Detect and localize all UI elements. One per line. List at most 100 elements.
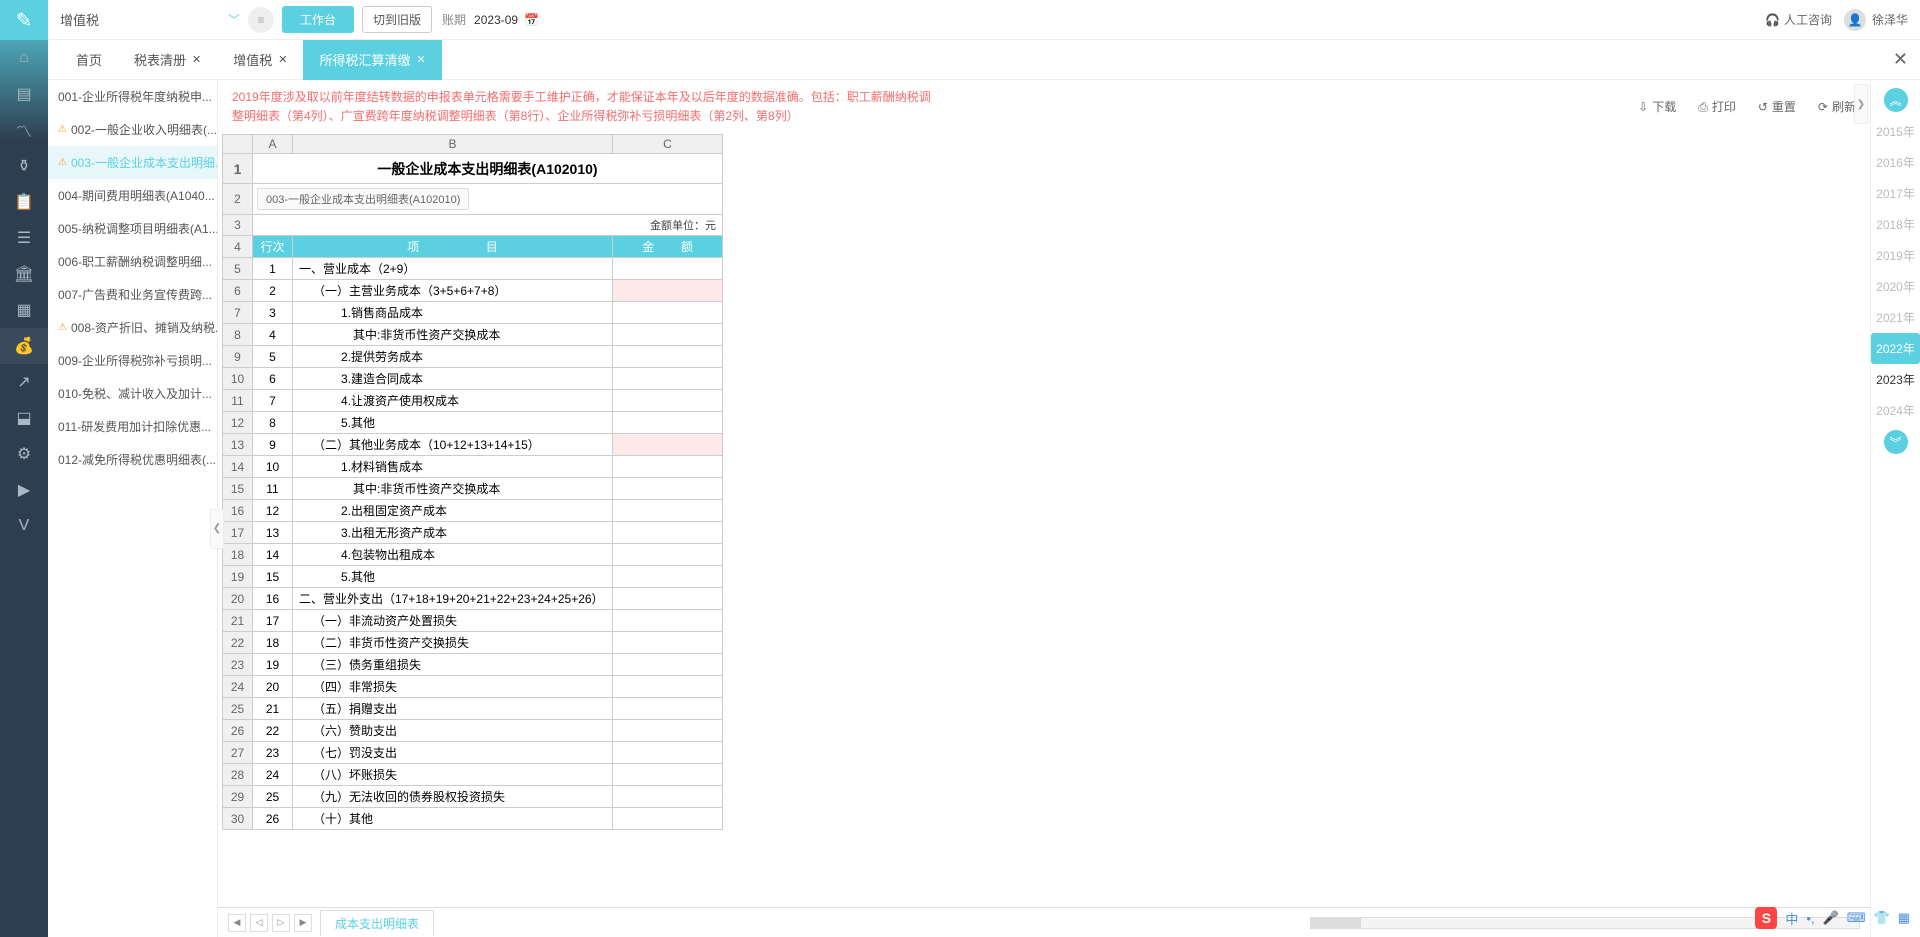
seq-cell[interactable]: 16	[253, 588, 293, 610]
switch-old-button[interactable]: 切到旧版	[362, 6, 432, 33]
item-cell[interactable]: 2.提供劳务成本	[293, 346, 613, 368]
nav-export-icon[interactable]: ↗	[0, 364, 48, 400]
seq-cell[interactable]: 15	[253, 566, 293, 588]
seq-cell[interactable]: 11	[253, 478, 293, 500]
sheet-nav-first-icon[interactable]: ◀	[228, 914, 246, 932]
spreadsheet[interactable]: A B C 1 一般企业成本支出明细表(A102010) 2 003-一般企业成…	[218, 134, 1870, 907]
year-item[interactable]: 2024年	[1876, 395, 1915, 426]
seq-cell[interactable]: 3	[253, 302, 293, 324]
nav-settings-icon[interactable]: ⚙	[0, 436, 48, 472]
amount-cell[interactable]	[613, 654, 723, 676]
amount-cell[interactable]	[613, 742, 723, 764]
nav-clipboard-icon[interactable]: 📋	[0, 184, 48, 220]
ime-tools-icon[interactable]: ▦	[1898, 910, 1910, 926]
amount-cell[interactable]	[613, 258, 723, 280]
year-item[interactable]: 2019年	[1876, 240, 1915, 271]
item-cell[interactable]: （一）非流动资产处置损失	[293, 610, 613, 632]
amount-cell[interactable]	[613, 456, 723, 478]
item-cell[interactable]: 5.其他	[293, 566, 613, 588]
item-cell[interactable]: 2.出租固定资产成本	[293, 500, 613, 522]
tab[interactable]: 税表清册✕	[118, 40, 217, 80]
amount-cell[interactable]	[613, 522, 723, 544]
amount-cell[interactable]	[613, 764, 723, 786]
item-cell[interactable]: 其中:非货币性资产交换成本	[293, 324, 613, 346]
year-item[interactable]: 2017年	[1876, 178, 1915, 209]
seq-cell[interactable]: 6	[253, 368, 293, 390]
year-item[interactable]: 2020年	[1876, 271, 1915, 302]
seq-cell[interactable]: 1	[253, 258, 293, 280]
amount-cell[interactable]	[613, 302, 723, 324]
ime-skin-icon[interactable]: 👕	[1874, 910, 1890, 926]
ime-voice-icon[interactable]: 🎤	[1823, 910, 1839, 926]
seq-cell[interactable]: 20	[253, 676, 293, 698]
item-cell[interactable]: （二）非货币性资产交换损失	[293, 632, 613, 654]
amount-cell[interactable]	[613, 698, 723, 720]
seq-cell[interactable]: 5	[253, 346, 293, 368]
seq-cell[interactable]: 26	[253, 808, 293, 830]
seq-cell[interactable]: 24	[253, 764, 293, 786]
sheet-nav-next-icon[interactable]: ▷	[272, 914, 290, 932]
year-item[interactable]: 2023年	[1876, 364, 1915, 395]
menu-circle-button[interactable]: ≡	[248, 7, 274, 33]
download-button[interactable]: ⇩下载	[1638, 88, 1676, 126]
item-cell[interactable]: （七）罚没支出	[293, 742, 613, 764]
year-item[interactable]: 2016年	[1876, 147, 1915, 178]
tab[interactable]: 所得税汇算清缴✕	[303, 40, 441, 80]
seq-cell[interactable]: 7	[253, 390, 293, 412]
form-list-item[interactable]: 006-职工薪酬纳税调整明细...	[48, 245, 217, 278]
item-cell[interactable]: （八）坏账损失	[293, 764, 613, 786]
ime-punct-icon[interactable]: •,	[1806, 911, 1814, 926]
sheet-nav-last-icon[interactable]: ▶	[294, 914, 312, 932]
seq-cell[interactable]: 10	[253, 456, 293, 478]
workspace-button[interactable]: 工作台	[282, 6, 354, 33]
year-item[interactable]: 2022年	[1871, 333, 1920, 364]
amount-cell[interactable]	[613, 434, 723, 456]
form-list-item[interactable]: 009-企业所得税弥补亏损明...	[48, 344, 217, 377]
ime-logo-icon[interactable]: S	[1755, 907, 1777, 929]
close-icon[interactable]: ✕	[278, 53, 287, 66]
seq-cell[interactable]: 17	[253, 610, 293, 632]
item-cell[interactable]: （一）主营业务成本（3+5+6+7+8）	[293, 280, 613, 302]
amount-cell[interactable]	[613, 280, 723, 302]
amount-cell[interactable]	[613, 808, 723, 830]
amount-cell[interactable]	[613, 588, 723, 610]
sheet-nav-prev-icon[interactable]: ◁	[250, 914, 268, 932]
amount-cell[interactable]	[613, 368, 723, 390]
seq-cell[interactable]: 25	[253, 786, 293, 808]
item-cell[interactable]: （五）捐赠支出	[293, 698, 613, 720]
reset-button[interactable]: ↺重置	[1758, 88, 1796, 126]
tab[interactable]: 首页	[60, 40, 118, 80]
nav-calendar-icon[interactable]: ▦	[0, 292, 48, 328]
seq-cell[interactable]: 18	[253, 632, 293, 654]
item-cell[interactable]: 3.建造合同成本	[293, 368, 613, 390]
form-list-item[interactable]: ⚠003-一般企业成本支出明细...	[48, 146, 217, 179]
seq-cell[interactable]: 13	[253, 522, 293, 544]
print-button[interactable]: ⎙打印	[1698, 88, 1736, 126]
amount-cell[interactable]	[613, 478, 723, 500]
seq-cell[interactable]: 22	[253, 720, 293, 742]
nav-money-icon[interactable]: 💰	[0, 328, 48, 364]
item-cell[interactable]: （六）赞助支出	[293, 720, 613, 742]
amount-cell[interactable]	[613, 566, 723, 588]
amount-cell[interactable]	[613, 412, 723, 434]
amount-cell[interactable]	[613, 676, 723, 698]
form-list-item[interactable]: 012-减免所得税优惠明细表(...	[48, 443, 217, 476]
seq-cell[interactable]: 19	[253, 654, 293, 676]
nav-chart-icon[interactable]: 〽	[0, 112, 48, 148]
ime-keyboard-icon[interactable]: ⌨	[1847, 910, 1866, 926]
form-list-item[interactable]: ⚠002-一般企业收入明细表(...	[48, 113, 217, 146]
expand-handle[interactable]: ❯	[1854, 84, 1868, 124]
user-menu[interactable]: 👤 徐泽华	[1844, 9, 1908, 31]
year-up-icon[interactable]: ︽	[1884, 88, 1908, 112]
seq-cell[interactable]: 14	[253, 544, 293, 566]
close-all-tabs-icon[interactable]: ✕	[1893, 49, 1908, 70]
year-item[interactable]: 2021年	[1876, 302, 1915, 333]
tax-type-selector[interactable]: 增值税 ﹀	[60, 10, 240, 29]
amount-cell[interactable]	[613, 500, 723, 522]
app-logo[interactable]: ✎	[0, 0, 48, 40]
nav-video-icon[interactable]: ▶	[0, 472, 48, 508]
seq-cell[interactable]: 12	[253, 500, 293, 522]
form-list-item[interactable]: 007-广告费和业务宣传费跨...	[48, 278, 217, 311]
amount-cell[interactable]	[613, 632, 723, 654]
item-cell[interactable]: 其中:非货币性资产交换成本	[293, 478, 613, 500]
